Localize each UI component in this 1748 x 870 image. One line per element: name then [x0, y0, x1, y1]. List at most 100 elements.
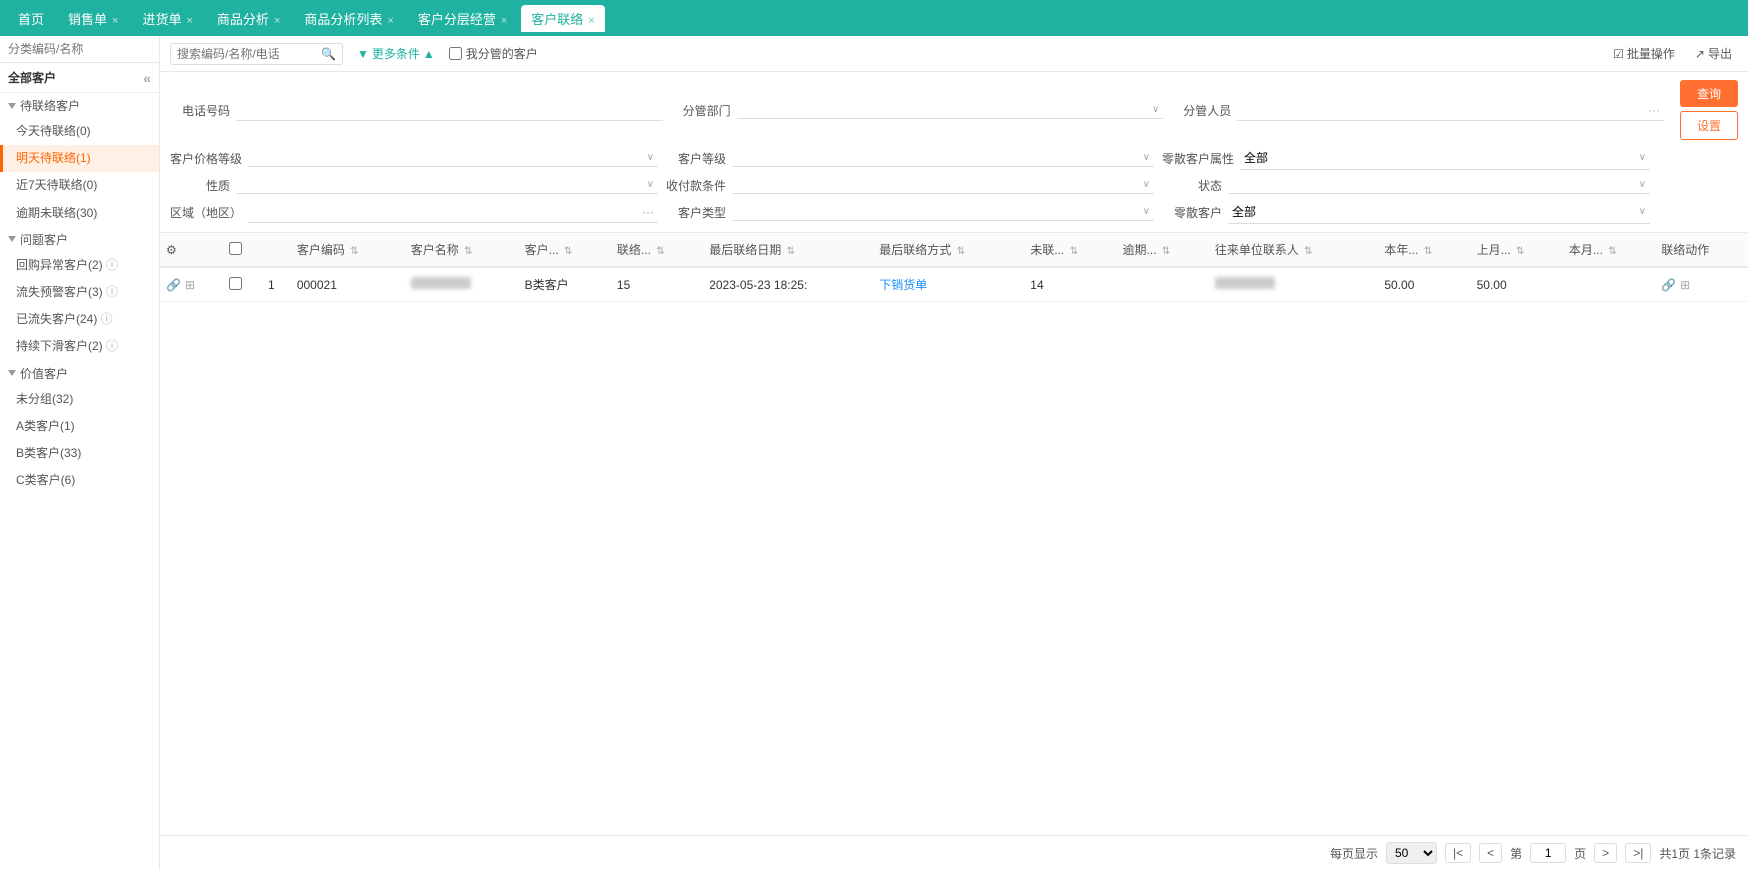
sidebar-item[interactable]: B类客户(33): [0, 440, 159, 467]
my-customers-checkbox-label[interactable]: 我分管的客户: [449, 45, 538, 62]
filter-nature-label: 性质: [170, 177, 230, 194]
sidebar-item[interactable]: 明天待联络(1): [0, 145, 159, 172]
table-row: 🔗⊞1000021B类客户152023-05-23 18:25:下销货单1450…: [160, 267, 1748, 302]
table-cell: [223, 267, 262, 302]
col-checkbox[interactable]: [223, 233, 262, 267]
col-gear[interactable]: ⚙: [160, 233, 223, 267]
filter-customer-type-label: 客户类型: [666, 204, 726, 221]
sidebar-item[interactable]: 今天待联络(0): [0, 118, 159, 145]
filter-dept: 分管部门 ∨: [671, 101, 1164, 119]
filter-more-btn[interactable]: ▼ 更多条件 ▲: [351, 42, 441, 65]
filter-retail-attr-label: 零散客户属性: [1162, 150, 1234, 167]
filter-nature-select[interactable]: ∨: [236, 176, 658, 194]
query-btn[interactable]: 查询: [1680, 80, 1738, 107]
sidebar-item[interactable]: 近7天待联络(0): [0, 172, 159, 199]
table-cell: [1563, 267, 1655, 302]
select-all-checkbox[interactable]: [229, 242, 242, 255]
sidebar-item[interactable]: C类客户(6): [0, 467, 159, 494]
close-tab-icon[interactable]: ×: [387, 15, 393, 27]
filter-phone: 电话号码: [170, 100, 663, 121]
col-name[interactable]: 客户名称 ⇅: [405, 233, 519, 267]
filter-payment: 收付款条件 ∨: [666, 176, 1154, 194]
contact-method-link[interactable]: 下销货单: [879, 278, 927, 292]
nav-item-商品分析[interactable]: 商品分析×: [207, 5, 290, 32]
table-cell: [1209, 267, 1379, 302]
sidebar-group-待联络客户: 待联络客户: [0, 93, 159, 118]
col-type[interactable]: 客户... ⇅: [519, 233, 611, 267]
search-icon[interactable]: 🔍: [321, 47, 336, 61]
sidebar-all-customers[interactable]: 全部客户 «: [0, 63, 159, 93]
col-action: 联络动作: [1655, 233, 1748, 267]
nav-item-商品分析列表[interactable]: 商品分析列表×: [294, 5, 403, 32]
chevron-down-icon: [8, 103, 16, 109]
export-btn[interactable]: ↗ 导出: [1689, 42, 1738, 65]
close-tab-icon[interactable]: ×: [588, 15, 594, 27]
nav-item-客户联络[interactable]: 客户联络×: [521, 5, 604, 32]
close-tab-icon[interactable]: ×: [186, 15, 192, 27]
nav-item-客户分层经营[interactable]: 客户分层经营×: [408, 5, 517, 32]
filter-customer-grade-select[interactable]: ∨: [732, 149, 1154, 167]
nav-item-首页[interactable]: 首页: [8, 5, 54, 32]
sidebar-item[interactable]: 逾期未联络(30): [0, 200, 159, 227]
sidebar-item[interactable]: 未分组(32): [0, 386, 159, 413]
customer-table: ⚙ 客户编码 ⇅ 客户名称 ⇅ 客户... ⇅ 联络... ⇅ 最后联络日期 ⇅…: [160, 233, 1748, 302]
contact-grid-icon[interactable]: ⊞: [1680, 278, 1690, 292]
sidebar-search-input[interactable]: [8, 42, 160, 56]
filter-panel: 电话号码 分管部门 ∨ 分管人员 ··· 查询 设置: [160, 72, 1748, 233]
contact-action-icon[interactable]: 🔗: [1661, 278, 1676, 292]
table-container: ⚙ 客户编码 ⇅ 客户名称 ⇅ 客户... ⇅ 联络... ⇅ 最后联络日期 ⇅…: [160, 233, 1748, 835]
filter-person-select[interactable]: ···: [1237, 100, 1664, 121]
prev-page-btn[interactable]: <: [1479, 843, 1502, 863]
last-page-btn[interactable]: >|: [1625, 843, 1651, 863]
col-last-method[interactable]: 最后联络方式 ⇅: [873, 233, 1024, 267]
filter-customer-grade: 客户等级 ∨: [666, 149, 1154, 167]
filter-dept-select[interactable]: ∨: [737, 101, 1164, 119]
nav-item-销售单[interactable]: 销售单×: [58, 5, 128, 32]
first-page-btn[interactable]: |<: [1445, 843, 1471, 863]
filter-payment-select[interactable]: ∨: [732, 176, 1154, 194]
filter-retail-customer: 零散客户 全部∨: [1162, 200, 1650, 224]
col-last-month[interactable]: 上月... ⇅: [1471, 233, 1563, 267]
sidebar-item[interactable]: 流失预警客户(3) ⓘ: [0, 279, 159, 306]
close-tab-icon[interactable]: ×: [112, 15, 118, 27]
filter-customer-type-select[interactable]: ∨: [732, 203, 1154, 221]
next-page-btn[interactable]: >: [1594, 843, 1617, 863]
filter-retail-customer-select[interactable]: 全部∨: [1228, 200, 1650, 224]
col-contact[interactable]: 联络... ⇅: [611, 233, 703, 267]
nav-item-进货单[interactable]: 进货单×: [132, 5, 202, 32]
search-input[interactable]: [177, 47, 317, 61]
col-this-year[interactable]: 本年... ⇅: [1378, 233, 1470, 267]
per-page-select[interactable]: 50 100 200: [1386, 842, 1437, 864]
sidebar-collapse-icon[interactable]: «: [143, 70, 151, 86]
sidebar-item[interactable]: A类客户(1): [0, 413, 159, 440]
col-overdue[interactable]: 逾期... ⇅: [1117, 233, 1209, 267]
col-contact-person[interactable]: 往来单位联系人 ⇅: [1209, 233, 1379, 267]
table-cell: 000021: [291, 267, 405, 302]
sidebar-item[interactable]: 回购异常客户(2) ⓘ: [0, 252, 159, 279]
close-tab-icon[interactable]: ×: [501, 15, 507, 27]
col-uncontact[interactable]: 未联... ⇅: [1024, 233, 1116, 267]
set-btn[interactable]: 设置: [1680, 111, 1738, 140]
page-input[interactable]: [1530, 843, 1566, 863]
row-action-icon[interactable]: 🔗: [166, 278, 181, 292]
sidebar-item[interactable]: 已流失客户(24) ⓘ: [0, 306, 159, 333]
filter-retail-attr-select[interactable]: 全部∨: [1240, 146, 1650, 170]
filter-up-icon: ▲: [423, 47, 435, 61]
col-code[interactable]: 客户编码 ⇅: [291, 233, 405, 267]
filter-region-select[interactable]: ···: [248, 202, 658, 223]
col-last-date[interactable]: 最后联络日期 ⇅: [703, 233, 873, 267]
batch-operation-btn[interactable]: ☑ 批量操作: [1607, 42, 1681, 65]
col-this-month[interactable]: 本月... ⇅: [1563, 233, 1655, 267]
search-box[interactable]: 🔍: [170, 43, 343, 65]
close-tab-icon[interactable]: ×: [274, 15, 280, 27]
filter-row-2: 客户价格等级 ∨ 客户等级 ∨ 零散客户属性 全部∨: [170, 146, 1738, 170]
filter-phone-input[interactable]: [236, 100, 663, 121]
row-checkbox[interactable]: [229, 277, 242, 290]
sidebar-group-问题客户: 问题客户: [0, 227, 159, 252]
row-grid-icon[interactable]: ⊞: [185, 278, 195, 292]
sidebar-item[interactable]: 持续下滑客户(2) ⓘ: [0, 333, 159, 360]
filter-status-select[interactable]: ∨: [1228, 176, 1650, 194]
filter-retail-customer-label: 零散客户: [1162, 204, 1222, 221]
filter-price-grade-select[interactable]: ∨: [248, 149, 658, 167]
my-customers-checkbox[interactable]: [449, 47, 462, 60]
